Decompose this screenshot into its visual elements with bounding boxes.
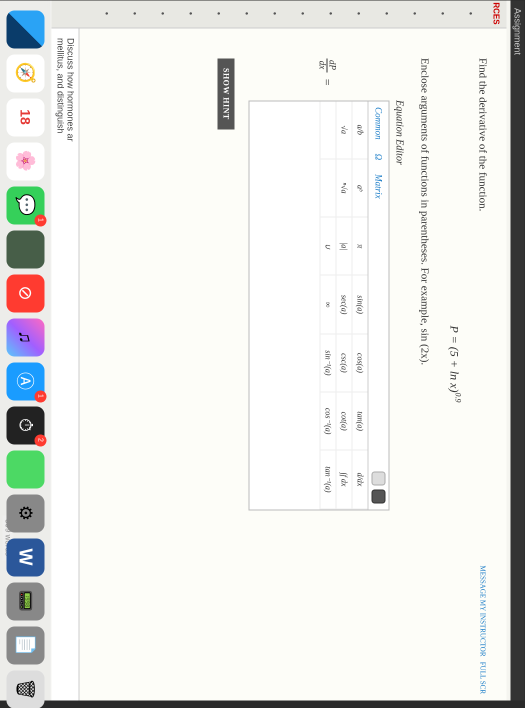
nav-tick-icon[interactable]: •	[128, 5, 142, 23]
app-icon[interactable]	[7, 450, 45, 488]
tool-tan[interactable]: tan(a)	[352, 393, 368, 451]
editor-label: Equation Editor	[394, 100, 405, 510]
nav-tick-icon[interactable]: •	[296, 5, 310, 23]
itunes-icon[interactable]: ♫	[7, 318, 45, 356]
nav-tick-icon[interactable]: •	[212, 5, 226, 23]
tool-sin[interactable]: sin(a)	[352, 276, 368, 334]
tool-cot[interactable]: cot(a)	[336, 393, 352, 451]
nav-tick-icon[interactable]: •	[100, 5, 114, 23]
tool-abs[interactable]: |a|	[336, 218, 352, 276]
instruction-2: Enclose arguments of functions in parent…	[419, 58, 431, 670]
tool-asin[interactable]: sin⁻¹(a)	[320, 334, 336, 392]
nav-tick-icon[interactable]: •	[268, 5, 282, 23]
nav-tick-icon[interactable]: •	[380, 5, 394, 23]
finder-icon[interactable]	[7, 10, 45, 48]
tool-inf[interactable]: ∞	[320, 276, 336, 334]
appstore-icon[interactable]: Ⓐ1	[7, 362, 45, 400]
bg-text-2: mellitus, and distinguish	[56, 38, 66, 142]
header-links[interactable]: MESSAGE MY INSTRUCTOR FULL SCR	[479, 566, 487, 695]
nav-tick-icon[interactable]: •	[464, 5, 478, 23]
app-icon[interactable]: 📟	[7, 582, 45, 620]
rces-label: RCES	[492, 2, 501, 24]
equation-editor[interactable]: Common Ω Matrix a/b aᵇ π sin(a) cos(a)	[249, 100, 390, 510]
clock-icon[interactable]: ⏱2	[7, 406, 45, 444]
nav-tick-icon[interactable]: •	[184, 5, 198, 23]
calendar-icon[interactable]: 18	[7, 98, 45, 136]
nav-tick-icon[interactable]: •	[408, 5, 422, 23]
tab-omega[interactable]: Ω	[374, 154, 384, 161]
messages-icon[interactable]: 💬1	[7, 186, 45, 224]
tool-csc[interactable]: csc(a)	[336, 334, 352, 392]
tool-cos[interactable]: cos(a)	[352, 334, 368, 392]
editor-help-icon[interactable]	[372, 489, 386, 503]
app-icon[interactable]: ⊘	[7, 274, 45, 312]
window-topbar: Assignment	[511, 0, 525, 700]
app-icon[interactable]	[7, 230, 45, 268]
tool-frac[interactable]: a/b	[352, 101, 368, 159]
photos-icon[interactable]: 🌸	[7, 142, 45, 180]
nav-tick-icon[interactable]: •	[240, 5, 254, 23]
tool-sec[interactable]: sec(a)	[336, 276, 352, 334]
bg-text-1: Discuss how hormones ar	[66, 38, 76, 142]
tool-acos[interactable]: cos⁻¹(a)	[320, 393, 336, 451]
nav-sidebar: RCES • • • • • • • • • • • • • •	[52, 0, 507, 28]
nav-tick-icon[interactable]: •	[156, 5, 170, 23]
nav-tick-icon[interactable]: •	[352, 5, 366, 23]
editor-undo-icon[interactable]	[372, 471, 386, 485]
tool-pi[interactable]: π	[352, 218, 368, 276]
tool-blank[interactable]	[320, 101, 336, 159]
show-hint-button[interactable]: SHOW HINT	[218, 58, 235, 130]
assignment-label: Assignment	[513, 8, 523, 55]
tool-integral[interactable]: ∫f dx	[336, 451, 352, 509]
editor-toolbar: a/b aᵇ π sin(a) cos(a) tan(a) d/dx √a ⁿ√…	[320, 101, 368, 509]
tool-sqrt[interactable]: √a	[336, 101, 352, 159]
tab-common[interactable]: Common	[374, 107, 384, 140]
word-icon[interactable]: W	[7, 538, 45, 576]
nav-tick-icon[interactable]: •	[436, 5, 450, 23]
answer-row: dP dx = Equation Editor Common Ω Matrix	[249, 58, 405, 670]
problem-equation: P = (5 + ln x)0.9	[447, 58, 463, 670]
badge-icon: 1	[35, 390, 47, 402]
tool-atan[interactable]: tan⁻¹(a)	[320, 451, 336, 509]
background-window-strip: Discuss how hormones ar mellitus, and di…	[52, 28, 80, 700]
tool-power[interactable]: aᵇ	[352, 159, 368, 217]
badge-icon: 2	[35, 434, 47, 446]
trash-icon[interactable]: 🗑	[7, 670, 45, 708]
tab-matrix[interactable]: Matrix	[374, 174, 384, 199]
problem-content: MESSAGE MY INSTRUCTOR FULL SCR Find the …	[52, 28, 507, 700]
macos-dock: 🧭 18 🌸 💬1 ⊘ ♫ Ⓐ1 ⏱2 ⚙ W 📟 📄 🗑	[0, 0, 52, 700]
app-icon[interactable]: ⚙	[7, 494, 45, 532]
tool-blank[interactable]	[320, 159, 336, 217]
tool-nroot[interactable]: ⁿ√a	[336, 159, 352, 217]
badge-icon: 1	[35, 214, 47, 226]
editor-tabs: Common Ω Matrix	[368, 101, 389, 509]
tool-ddx[interactable]: d/dx	[352, 451, 368, 509]
dpdx-fraction: dP dx	[318, 58, 337, 72]
app-icon[interactable]: 📄	[7, 626, 45, 664]
editor-input-area[interactable]	[250, 101, 320, 509]
safari-icon[interactable]: 🧭	[7, 54, 45, 92]
nav-tick-icon[interactable]: •	[324, 5, 338, 23]
tool-union[interactable]: ∪	[320, 218, 336, 276]
